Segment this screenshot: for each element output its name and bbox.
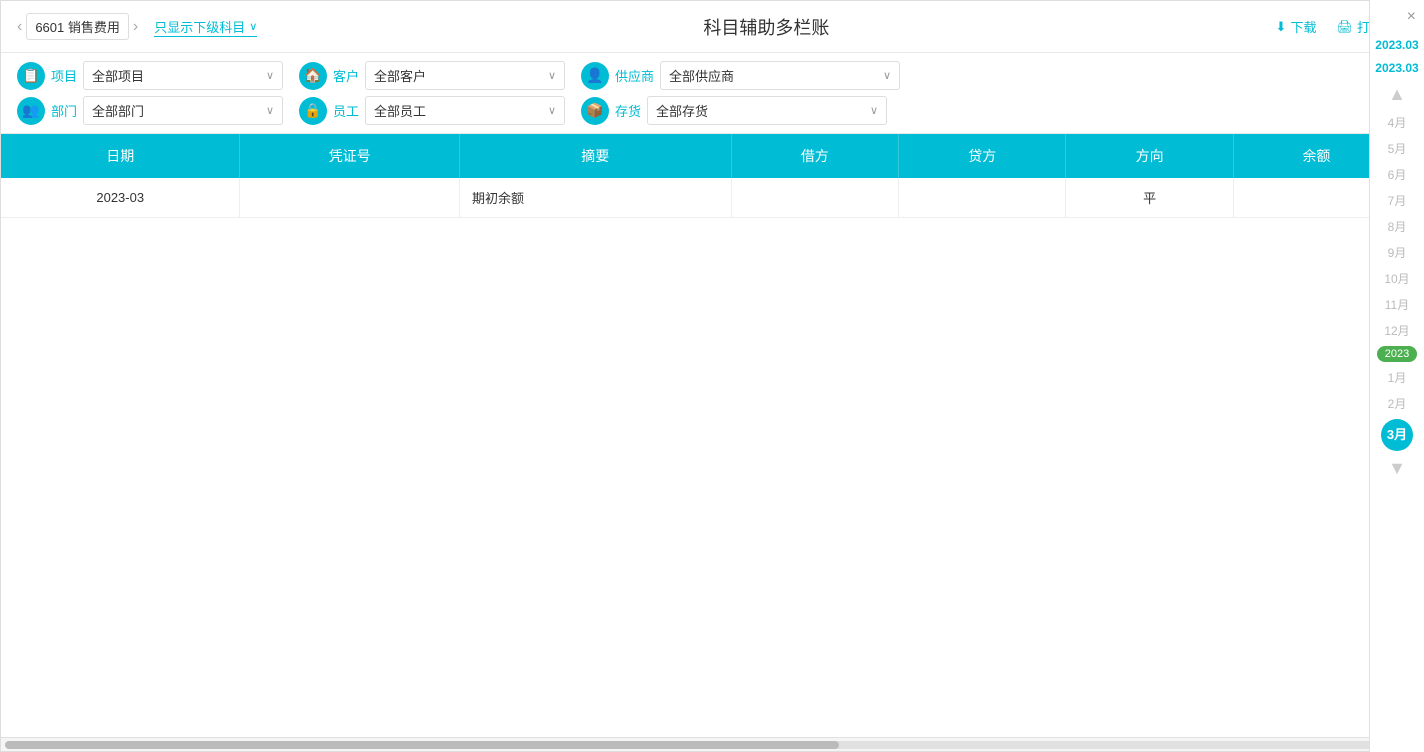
customer-select[interactable]: 全部客户 ∨	[365, 61, 565, 90]
dept-label: 部门	[51, 101, 77, 120]
show-sub-label: 只显示下级科目	[154, 17, 245, 36]
year-badge-row: 2023	[1370, 346, 1424, 362]
cell-voucher	[240, 178, 460, 218]
filter-area: 📋 项目 全部项目 ∨ 🏠 客户 全部客户 ∨ 👤 供应商 全部供应	[1, 53, 1399, 134]
page-title: 科目辅助多栏账	[257, 14, 1275, 40]
cell-date: 2023-03	[1, 178, 240, 218]
employee-select[interactable]: 全部员工 ∨	[365, 96, 565, 125]
nav-next-button[interactable]: ›	[133, 18, 138, 36]
supplier-value: 全部供应商	[669, 66, 734, 85]
sidebar-month-6[interactable]: 6月	[1386, 162, 1409, 187]
horizontal-scrollbar[interactable]	[1, 737, 1399, 751]
scroll-track	[5, 741, 1395, 749]
table-row: 2023-03 期初余额 平	[1, 178, 1399, 218]
download-icon: ⬇	[1276, 19, 1287, 35]
main-table: 日期 凭证号 摘要 借方 贷方 方向 余额 2023-03 期初余额 平	[1, 134, 1399, 218]
account-code-label: 6601 销售费用	[35, 17, 120, 36]
sidebar-month-2023-03-1[interactable]: 2023.03	[1373, 34, 1420, 56]
dept-select[interactable]: 全部部门 ∨	[83, 96, 283, 125]
sidebar-nav-up[interactable]: ▲	[1370, 80, 1424, 109]
filter-inventory: 📦 存货 全部存货 ∨	[581, 96, 887, 125]
download-button[interactable]: ⬇ 下载	[1276, 17, 1317, 36]
supplier-chevron: ∨	[883, 69, 891, 82]
cell-debit	[731, 178, 898, 218]
project-icon: 📋	[17, 62, 45, 90]
supplier-icon: 👤	[581, 62, 609, 90]
main-window: ‹ 6601 销售费用 › 只显示下级科目 ∨ 科目辅助多栏账 ⬇ 下载 🖨 打…	[0, 0, 1400, 752]
filter-supplier: 👤 供应商 全部供应商 ∨	[581, 61, 900, 90]
dept-chevron: ∨	[266, 104, 274, 117]
sidebar-month-3-active[interactable]: 3月	[1381, 419, 1413, 451]
col-credit: 贷方	[899, 134, 1066, 178]
chevron-down-icon: ∨	[249, 20, 257, 33]
sidebar-month-1[interactable]: 1月	[1386, 365, 1409, 390]
right-sidebar: × 2023.03 2023.03 ▲ 4月 5月 6月 7月 8月 9月 10…	[1369, 0, 1424, 752]
dept-value: 全部部门	[92, 101, 144, 120]
sidebar-month-4[interactable]: 4月	[1386, 110, 1409, 135]
inventory-icon: 📦	[581, 97, 609, 125]
cell-summary: 期初余额	[459, 178, 731, 218]
customer-label: 客户	[333, 66, 359, 85]
employee-icon: 🔒	[299, 97, 327, 125]
year-badge[interactable]: 2023	[1377, 346, 1417, 362]
col-date: 日期	[1, 134, 240, 178]
nav-prev-button[interactable]: ‹	[17, 18, 22, 36]
filter-customer: 🏠 客户 全部客户 ∨	[299, 61, 565, 90]
inventory-value: 全部存货	[656, 101, 708, 120]
inventory-label: 存货	[615, 101, 641, 120]
sidebar-month-7[interactable]: 7月	[1386, 188, 1409, 213]
filter-project: 📋 项目 全部项目 ∨	[17, 61, 283, 90]
col-direction: 方向	[1066, 134, 1233, 178]
close-button[interactable]: ×	[1407, 8, 1424, 26]
col-voucher: 凭证号	[240, 134, 460, 178]
download-label: 下载	[1290, 17, 1316, 36]
col-debit: 借方	[731, 134, 898, 178]
sidebar-month-2[interactable]: 2月	[1386, 391, 1409, 416]
sidebar-month-8[interactable]: 8月	[1386, 214, 1409, 239]
top-bar: ‹ 6601 销售费用 › 只显示下级科目 ∨ 科目辅助多栏账 ⬇ 下载 🖨 打…	[1, 1, 1399, 53]
dept-icon: 👥	[17, 97, 45, 125]
customer-icon: 🏠	[299, 62, 327, 90]
filter-employee: 🔒 员工 全部员工 ∨	[299, 96, 565, 125]
show-sub-button[interactable]: 只显示下级科目 ∨	[154, 17, 257, 37]
table-header-row: 日期 凭证号 摘要 借方 贷方 方向 余额	[1, 134, 1399, 178]
sidebar-month-section: 2023.03 2023.03 ▲ 4月 5月 6月 7月 8月 9月 10月 …	[1370, 34, 1424, 483]
sidebar-month-10[interactable]: 10月	[1382, 266, 1411, 291]
cell-credit	[899, 178, 1066, 218]
print-icon: 🖨	[1336, 19, 1353, 35]
inventory-select[interactable]: 全部存货 ∨	[647, 96, 887, 125]
table-container: 日期 凭证号 摘要 借方 贷方 方向 余额 2023-03 期初余额 平	[1, 134, 1399, 737]
account-code-box[interactable]: 6601 销售费用	[26, 13, 129, 40]
supplier-label: 供应商	[615, 66, 654, 85]
sidebar-month-9[interactable]: 9月	[1386, 240, 1409, 265]
project-select[interactable]: 全部项目 ∨	[83, 61, 283, 90]
customer-chevron: ∨	[548, 69, 556, 82]
employee-chevron: ∨	[548, 104, 556, 117]
toolbar-right: ⬇ 下载 🖨 打印	[1276, 17, 1383, 36]
sidebar-month-5[interactable]: 5月	[1386, 136, 1409, 161]
project-chevron: ∨	[266, 69, 274, 82]
cell-direction: 平	[1066, 178, 1233, 218]
filter-row-1: 📋 项目 全部项目 ∨ 🏠 客户 全部客户 ∨ 👤 供应商 全部供应	[17, 61, 1383, 90]
supplier-select[interactable]: 全部供应商 ∨	[660, 61, 900, 90]
col-summary: 摘要	[459, 134, 731, 178]
employee-value: 全部员工	[374, 101, 426, 120]
filter-row-2: 👥 部门 全部部门 ∨ 🔒 员工 全部员工 ∨ 📦 存货 全部存货	[17, 96, 1383, 125]
sidebar-month-2023-03-2[interactable]: 2023.03	[1373, 57, 1420, 79]
customer-value: 全部客户	[374, 66, 426, 85]
sidebar-month-11[interactable]: 11月	[1383, 292, 1411, 317]
filter-dept: 👥 部门 全部部门 ∨	[17, 96, 283, 125]
project-label: 项目	[51, 66, 77, 85]
sidebar-month-12[interactable]: 12月	[1382, 318, 1411, 343]
sidebar-nav-down[interactable]: ▼	[1370, 454, 1424, 483]
employee-label: 员工	[333, 101, 359, 120]
inventory-chevron: ∨	[870, 104, 878, 117]
project-value: 全部项目	[92, 66, 144, 85]
scroll-thumb[interactable]	[5, 741, 839, 749]
